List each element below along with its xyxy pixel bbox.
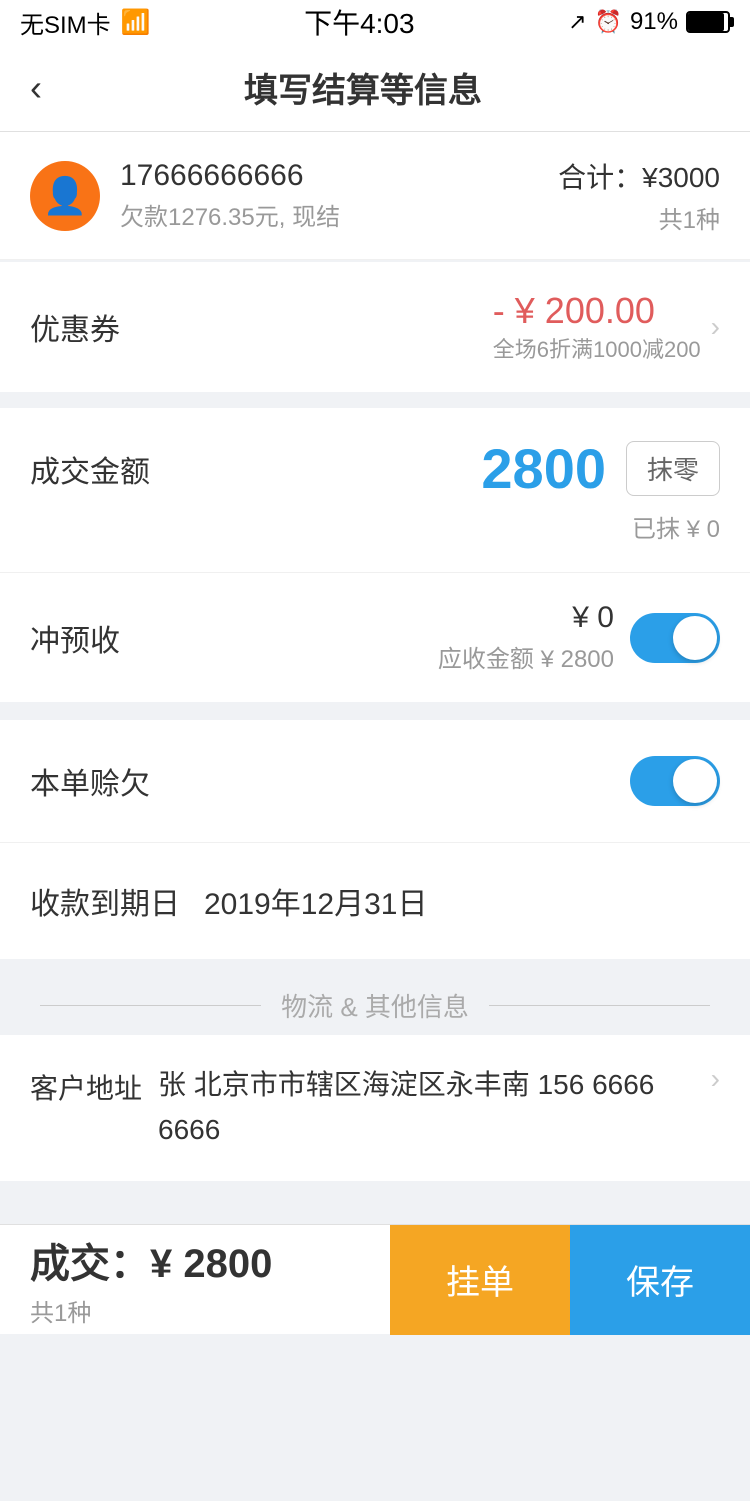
bottom-info: 成交：¥ 2800 共1种: [0, 1231, 390, 1328]
coupon-right: - ¥ 200.00 全场6折满1000减200 ›: [493, 290, 720, 364]
coupon-desc: 全场6折满1000减200: [493, 332, 701, 364]
wifi-icon: 📶: [121, 8, 151, 37]
prepay-row: 冲预收 ¥ 0 应收金额 ¥ 2800: [30, 601, 720, 674]
coupon-info: - ¥ 200.00 全场6折满1000减200: [493, 290, 701, 364]
avatar: 👤: [30, 161, 100, 231]
prepay-sub: 应收金额 ¥ 2800: [438, 639, 614, 674]
location-icon: ↗: [568, 9, 586, 35]
deal-amount-wrap: 2800 抹零: [481, 436, 720, 501]
deal-label: 成交金额: [30, 447, 150, 491]
divider-1: [0, 392, 750, 408]
alarm-icon: ⏰: [595, 9, 622, 35]
prepay-toggle[interactable]: [630, 613, 720, 663]
prepay-section: 冲预收 ¥ 0 应收金额 ¥ 2800: [0, 572, 750, 702]
due-date-section: 收款到期日 2019年12月31日: [0, 842, 750, 959]
logistics-line-right: [489, 1005, 710, 1006]
deal-sub-text: 已抹 ¥ 0: [30, 509, 720, 544]
back-button[interactable]: ‹: [30, 67, 42, 109]
address-section[interactable]: 客户地址 张 北京市市辖区海淀区永丰南 156 6666 6666 ›: [0, 1035, 750, 1181]
card-left: 👤 17666666666 欠款1276.35元, 现结: [30, 159, 340, 232]
battery-text: 91%: [630, 8, 678, 36]
debt-toggle-knob: [673, 759, 717, 803]
status-right: ↗ ⏰ 91%: [568, 8, 730, 36]
coupon-label: 优惠券: [30, 305, 120, 349]
deal-amount-value: 2800: [481, 436, 606, 501]
deal-prefix: 成交：: [30, 1242, 150, 1286]
debt-toggle[interactable]: [630, 756, 720, 806]
divider-3: [0, 959, 750, 975]
due-label: 收款到期日: [30, 879, 180, 923]
save-button[interactable]: 保存: [570, 1225, 750, 1335]
coupon-amount: - ¥ 200.00: [493, 290, 701, 332]
due-date-value: 2019年12月31日: [204, 879, 427, 923]
status-time: 下午4:03: [304, 2, 415, 42]
prepay-label: 冲预收: [30, 616, 120, 660]
bottom-deal-amount: ¥ 2800: [150, 1242, 272, 1286]
battery-icon: [686, 11, 730, 33]
prepay-amount-wrap: ¥ 0 应收金额 ¥ 2800: [438, 601, 614, 674]
total-amount: 合计：¥3000: [558, 156, 720, 196]
logistics-line-left: [40, 1005, 261, 1006]
nav-bar: ‹ 填写结算等信息: [0, 44, 750, 132]
coupon-row[interactable]: 优惠券 - ¥ 200.00 全场6折满1000减200 ›: [0, 262, 750, 392]
divider-2: [0, 702, 750, 718]
bottom-bar: 成交：¥ 2800 共1种 挂单 保存: [0, 1224, 750, 1334]
battery-fill: [688, 13, 724, 31]
chevron-right-icon: ›: [711, 311, 720, 343]
carrier-text: 无SIM卡: [20, 5, 111, 40]
user-info: 17666666666 欠款1276.35元, 现结: [120, 159, 340, 232]
phone-number: 17666666666: [120, 159, 340, 193]
debt-section: 本单赊欠: [0, 720, 750, 842]
user-sub-info: 欠款1276.35元, 现结: [120, 197, 340, 232]
pending-button[interactable]: 挂单: [390, 1225, 570, 1335]
prepay-amount: ¥ 0: [438, 601, 614, 635]
page-title: 填写结算等信息: [62, 63, 664, 112]
round-button[interactable]: 抹零: [626, 441, 720, 496]
bottom-count: 共1种: [30, 1293, 360, 1328]
toggle-knob: [673, 616, 717, 660]
logistics-line: 物流 & 其他信息: [0, 987, 750, 1024]
deal-amount-section: 成交金额 2800 抹零 已抹 ¥ 0: [0, 408, 750, 572]
avatar-icon: 👤: [43, 175, 88, 217]
debt-label: 本单赊欠: [30, 759, 150, 803]
address-chevron-icon: ›: [711, 1063, 720, 1095]
address-label: 客户地址: [30, 1063, 142, 1107]
due-row: 收款到期日 2019年12月31日: [30, 879, 720, 923]
bottom-deal-label: 成交：¥ 2800: [30, 1231, 360, 1289]
logistics-divider: 物流 & 其他信息: [0, 975, 750, 1035]
user-card-section: 👤 17666666666 欠款1276.35元, 现结 合计：¥3000 共1…: [0, 132, 750, 260]
deal-row: 成交金额 2800 抹零: [30, 436, 720, 501]
prepay-right: ¥ 0 应收金额 ¥ 2800: [438, 601, 720, 674]
card-right: 合计：¥3000 共1种: [558, 156, 720, 235]
status-left: 无SIM卡 📶: [20, 5, 151, 40]
address-value: 张 北京市市辖区海淀区永丰南 156 6666 6666: [142, 1063, 711, 1153]
logistics-text: 物流 & 其他信息: [281, 987, 469, 1024]
item-count: 共1种: [558, 200, 720, 235]
status-bar: 无SIM卡 📶 下午4:03 ↗ ⏰ 91%: [0, 0, 750, 44]
